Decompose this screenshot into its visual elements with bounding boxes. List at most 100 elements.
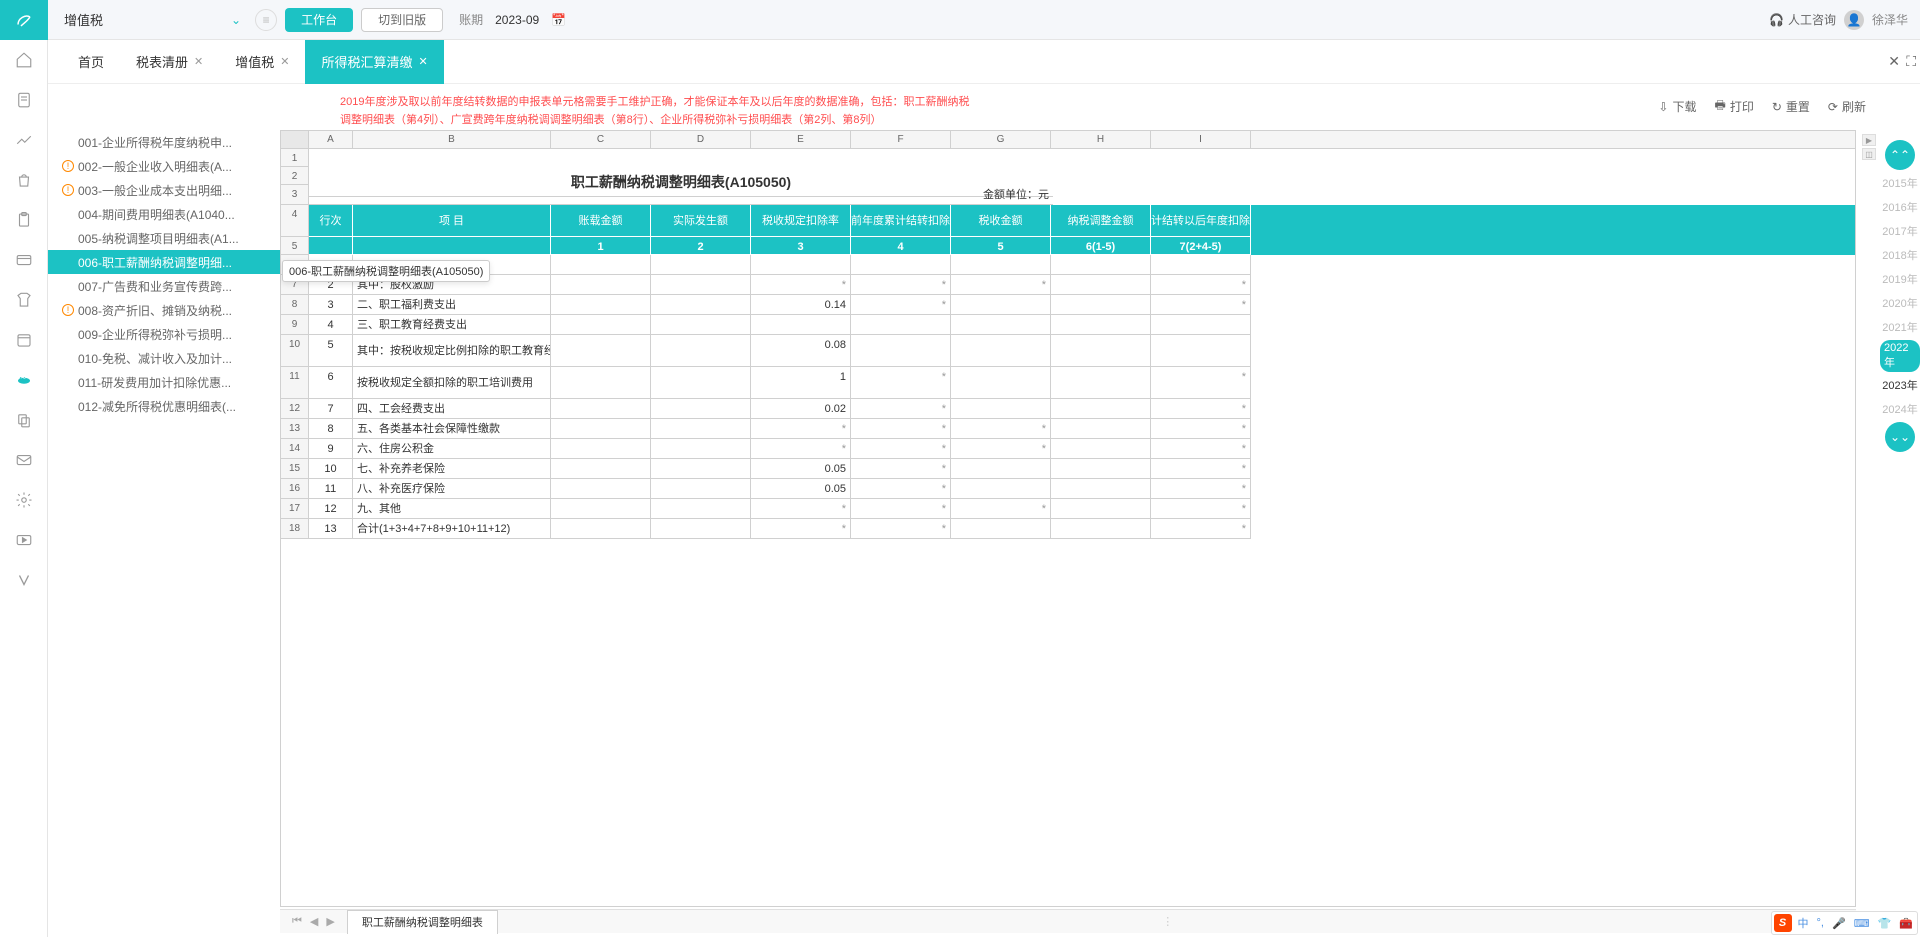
column-header[interactable]: B bbox=[353, 131, 551, 148]
cell[interactable]: 三、职工教育经费支出 bbox=[353, 315, 551, 335]
year-item[interactable]: 2020年 bbox=[1882, 292, 1917, 314]
cell[interactable] bbox=[851, 367, 951, 399]
cell[interactable] bbox=[1051, 519, 1151, 539]
cell[interactable] bbox=[1151, 275, 1251, 295]
cell[interactable] bbox=[1151, 479, 1251, 499]
workspace-button[interactable]: 工作台 bbox=[285, 8, 353, 32]
nav-video-icon[interactable] bbox=[0, 520, 48, 560]
sheet-nav-first-icon[interactable]: ⏮ bbox=[292, 915, 302, 928]
column-header[interactable]: D bbox=[651, 131, 751, 148]
row-header[interactable]: 17 bbox=[281, 499, 309, 519]
cell[interactable] bbox=[551, 335, 651, 367]
cell[interactable] bbox=[951, 275, 1051, 295]
cell[interactable] bbox=[1151, 399, 1251, 419]
row-header[interactable]: 14 bbox=[281, 439, 309, 459]
cell[interactable]: 0.14 bbox=[751, 295, 851, 315]
year-up-button[interactable]: ⌃⌃ bbox=[1885, 140, 1915, 170]
row-header[interactable]: 15 bbox=[281, 459, 309, 479]
cell[interactable] bbox=[551, 315, 651, 335]
cell[interactable]: 0.05 bbox=[751, 479, 851, 499]
form-list-item[interactable]: !003-一般企业成本支出明细... bbox=[48, 178, 280, 202]
row-header[interactable]: 18 bbox=[281, 519, 309, 539]
cell[interactable] bbox=[1051, 439, 1151, 459]
tax-type-chevron-icon[interactable]: ⌄ bbox=[231, 13, 241, 27]
year-item[interactable]: 2018年 bbox=[1882, 244, 1917, 266]
form-list-item[interactable]: 010-免税、减计收入及加计... bbox=[48, 346, 280, 370]
cell[interactable] bbox=[951, 255, 1051, 275]
page-tab[interactable]: 增值税✕ bbox=[219, 40, 305, 84]
sheet-nav-next-icon[interactable]: ▶ bbox=[326, 915, 334, 928]
expand-grid-icon[interactable]: ◫ bbox=[1862, 148, 1876, 160]
cell[interactable] bbox=[1051, 479, 1151, 499]
cell[interactable] bbox=[1151, 439, 1251, 459]
nav-bowl-icon[interactable] bbox=[0, 360, 48, 400]
cell[interactable]: 9 bbox=[309, 439, 353, 459]
cell[interactable] bbox=[1151, 315, 1251, 335]
cell[interactable]: 0.08 bbox=[751, 335, 851, 367]
nav-clipboard-icon[interactable] bbox=[0, 200, 48, 240]
cell[interactable] bbox=[851, 275, 951, 295]
cell[interactable]: 0.02 bbox=[751, 399, 851, 419]
cell[interactable]: 6 bbox=[309, 367, 353, 399]
cell[interactable] bbox=[651, 255, 751, 275]
row-header[interactable]: 9 bbox=[281, 315, 309, 335]
cell[interactable] bbox=[651, 519, 751, 539]
sheet-grid[interactable]: ABCDEFGHI 12职工薪酬纳税调整明细表(A105050)3金额单位：元4… bbox=[280, 130, 1856, 907]
cell[interactable] bbox=[751, 275, 851, 295]
cell[interactable] bbox=[1151, 295, 1251, 315]
row-header[interactable]: 10 bbox=[281, 335, 309, 367]
cell[interactable] bbox=[751, 315, 851, 335]
form-list-item[interactable]: 012-减免所得税优惠明细表(... bbox=[48, 394, 280, 418]
cell[interactable] bbox=[951, 499, 1051, 519]
cell[interactable] bbox=[751, 439, 851, 459]
row-header[interactable]: 8 bbox=[281, 295, 309, 315]
cell[interactable]: 7 bbox=[309, 399, 353, 419]
column-header[interactable]: H bbox=[1051, 131, 1151, 148]
cell[interactable]: 0.05 bbox=[751, 459, 851, 479]
year-item[interactable]: 2019年 bbox=[1882, 268, 1917, 290]
cell[interactable]: 按税收规定全额扣除的职工培训费用 bbox=[353, 367, 551, 399]
switch-old-button[interactable]: 切到旧版 bbox=[361, 8, 443, 32]
column-header[interactable]: E bbox=[751, 131, 851, 148]
cell[interactable] bbox=[951, 315, 1051, 335]
cell[interactable] bbox=[651, 459, 751, 479]
nav-settings-icon[interactable] bbox=[0, 480, 48, 520]
cell[interactable] bbox=[951, 439, 1051, 459]
cell[interactable] bbox=[551, 479, 651, 499]
year-item[interactable]: 2024年 bbox=[1882, 398, 1917, 420]
cell[interactable] bbox=[1051, 275, 1151, 295]
cell[interactable]: 九、其他 bbox=[353, 499, 551, 519]
nav-v-icon[interactable] bbox=[0, 560, 48, 600]
cell[interactable] bbox=[651, 439, 751, 459]
cell[interactable] bbox=[1151, 255, 1251, 275]
cell[interactable] bbox=[951, 479, 1051, 499]
cell[interactable] bbox=[651, 275, 751, 295]
cell[interactable] bbox=[1151, 519, 1251, 539]
cell[interactable] bbox=[651, 295, 751, 315]
cell[interactable] bbox=[1151, 499, 1251, 519]
nav-home-icon[interactable] bbox=[0, 40, 48, 80]
cell[interactable] bbox=[1051, 295, 1151, 315]
form-list-item[interactable]: 005-纳税调整项目明细表(A1... bbox=[48, 226, 280, 250]
round-menu-button[interactable]: ≡ bbox=[255, 9, 277, 31]
nav-doc-icon[interactable] bbox=[0, 80, 48, 120]
cell[interactable] bbox=[951, 519, 1051, 539]
nav-chart-icon[interactable] bbox=[0, 120, 48, 160]
cell[interactable] bbox=[1051, 459, 1151, 479]
cell[interactable]: 10 bbox=[309, 459, 353, 479]
year-item[interactable]: 2016年 bbox=[1882, 196, 1917, 218]
form-list-item[interactable]: !002-一般企业收入明细表(A... bbox=[48, 154, 280, 178]
ime-punct-icon[interactable]: °, bbox=[1815, 917, 1826, 929]
cell[interactable]: 七、补充养老保险 bbox=[353, 459, 551, 479]
cell[interactable] bbox=[851, 295, 951, 315]
cell[interactable] bbox=[651, 419, 751, 439]
sheet-nav-prev-icon[interactable]: ◀ bbox=[310, 915, 318, 928]
cell[interactable] bbox=[551, 367, 651, 399]
expand-right-icon[interactable]: ▶ bbox=[1862, 134, 1876, 146]
cell[interactable]: 3 bbox=[309, 295, 353, 315]
sheet-tab[interactable]: 职工薪酬纳税调整明细表 bbox=[347, 910, 498, 934]
cell[interactable] bbox=[851, 439, 951, 459]
cell[interactable]: 合计(1+3+4+7+8+9+10+11+12) bbox=[353, 519, 551, 539]
year-down-button[interactable]: ⌄⌄ bbox=[1885, 422, 1915, 452]
column-header[interactable]: F bbox=[851, 131, 951, 148]
